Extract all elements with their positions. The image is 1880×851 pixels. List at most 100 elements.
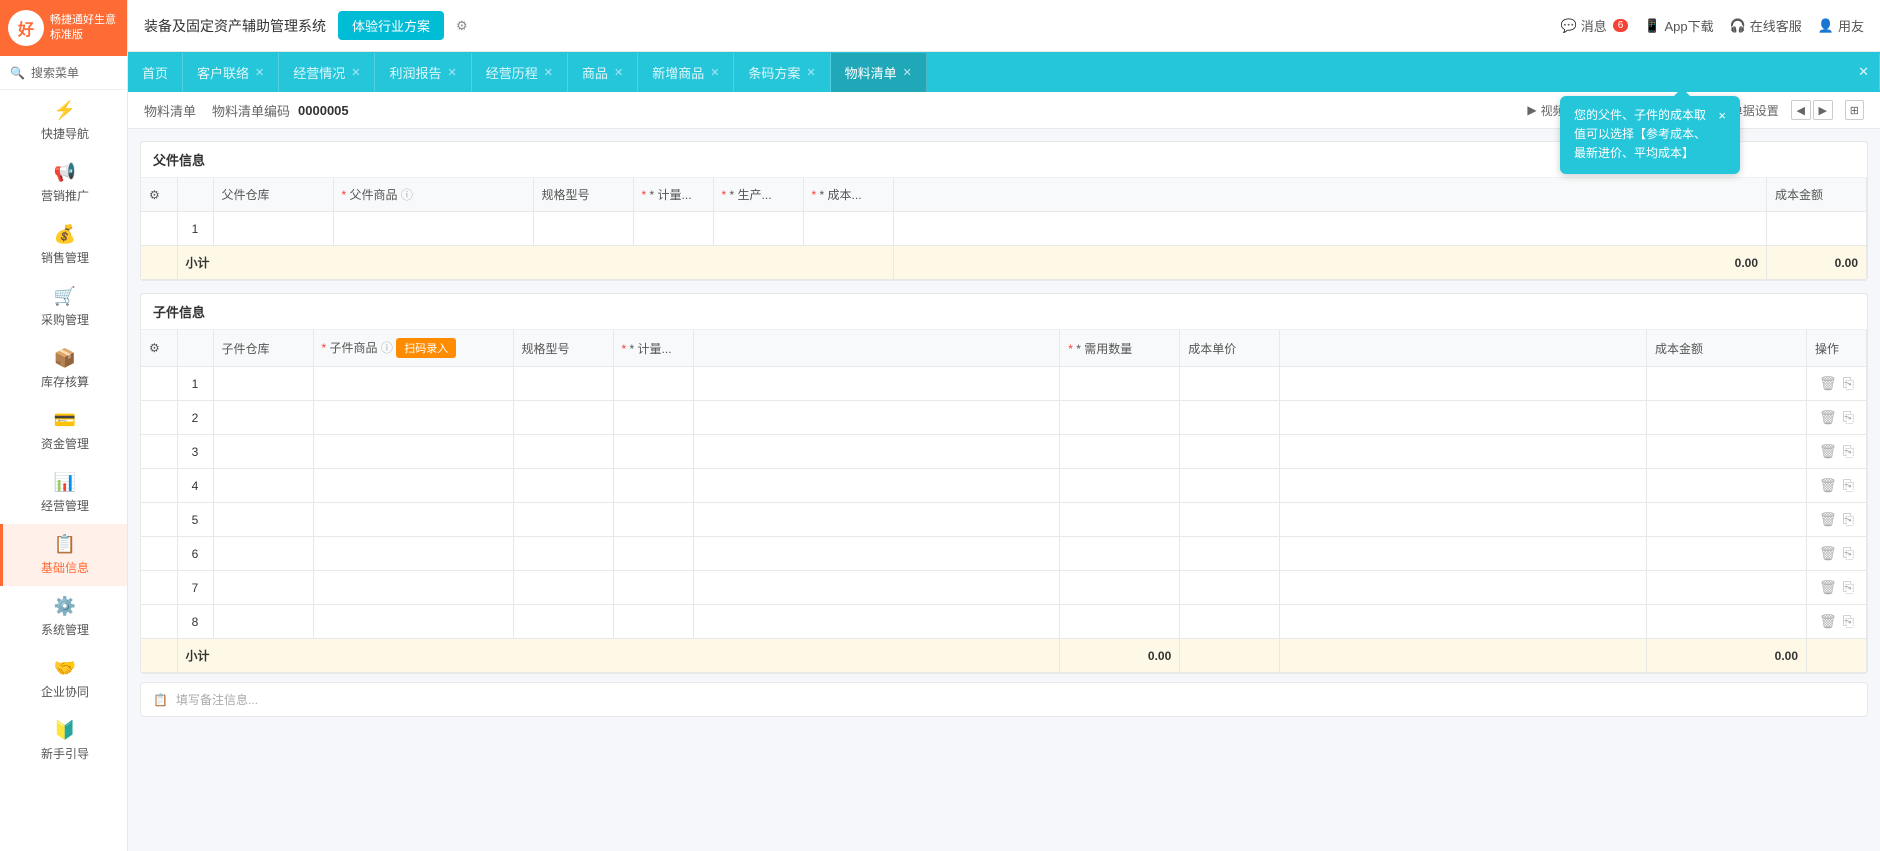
- child-warehouse-cell-7[interactable]: [213, 605, 313, 639]
- tab-ops-status-close[interactable]: ✕: [351, 66, 360, 79]
- tab-home[interactable]: 首页: [128, 53, 183, 92]
- child-need-qty-cell-1[interactable]: [1060, 401, 1180, 435]
- child-need-qty-cell-0[interactable]: [1060, 367, 1180, 401]
- delete-btn-3[interactable]: 🗑: [1819, 477, 1837, 494]
- messages-button[interactable]: 💬 消息 6: [1561, 16, 1629, 35]
- online-service-button[interactable]: 🎧 在线客服: [1730, 16, 1802, 35]
- child-need-qty-cell-7[interactable]: [1060, 605, 1180, 639]
- child-warehouse-cell-1[interactable]: [213, 401, 313, 435]
- settings-icon[interactable]: ⚙: [456, 18, 468, 34]
- sidebar-item-finance[interactable]: 💳 资金管理: [0, 400, 127, 462]
- tab-new-product-close[interactable]: ✕: [710, 66, 719, 79]
- delete-btn-5[interactable]: 🗑: [1819, 545, 1837, 562]
- sidebar-item-sales[interactable]: 💰 销售管理: [0, 214, 127, 276]
- tab-profit-close[interactable]: ✕: [448, 66, 457, 79]
- child-unit-cell-2[interactable]: [613, 435, 693, 469]
- sidebar-item-system[interactable]: ⚙️ 系统管理: [0, 586, 127, 648]
- tab-customer[interactable]: 客户联络 ✕: [183, 53, 279, 92]
- sidebar-item-guide[interactable]: 🔰 新手引导: [0, 710, 127, 772]
- child-spec-cell-4[interactable]: [513, 503, 613, 537]
- tooltip-close[interactable]: ×: [1718, 106, 1726, 127]
- child-unit-cell-7[interactable]: [613, 605, 693, 639]
- child-unit-cell-6[interactable]: [613, 571, 693, 605]
- copy-btn-5[interactable]: ⎘: [1843, 545, 1854, 562]
- copy-btn-6[interactable]: ⎘: [1843, 579, 1854, 596]
- child-spec-cell-6[interactable]: [513, 571, 613, 605]
- copy-btn-3[interactable]: ⎘: [1843, 477, 1854, 494]
- tab-customer-close[interactable]: ✕: [255, 66, 264, 79]
- child-product-cell-4[interactable]: [313, 503, 513, 537]
- sidebar-item-basic-info[interactable]: 📋 基础信息: [0, 524, 127, 586]
- parent-product-cell[interactable]: [333, 212, 533, 246]
- tab-products-close[interactable]: ✕: [614, 66, 623, 79]
- copy-btn-7[interactable]: ⎘: [1843, 613, 1854, 630]
- tab-bom-close[interactable]: ✕: [903, 66, 912, 79]
- child-warehouse-cell-3[interactable]: [213, 469, 313, 503]
- child-need-qty-cell-4[interactable]: [1060, 503, 1180, 537]
- child-need-qty-cell-3[interactable]: [1060, 469, 1180, 503]
- child-unit-cost-cell-3[interactable]: [1180, 469, 1280, 503]
- copy-btn-2[interactable]: ⎘: [1843, 443, 1854, 460]
- child-product-cell-0[interactable]: [313, 367, 513, 401]
- delete-btn-1[interactable]: 🗑: [1819, 409, 1837, 426]
- tab-ops-history-close[interactable]: ✕: [544, 66, 553, 79]
- delete-btn-0[interactable]: 🗑: [1819, 375, 1837, 392]
- child-need-qty-cell-2[interactable]: [1060, 435, 1180, 469]
- child-product-cell-6[interactable]: [313, 571, 513, 605]
- child-unit-cell-5[interactable]: [613, 537, 693, 571]
- sidebar-item-purchase[interactable]: 🛒 采购管理: [0, 276, 127, 338]
- tab-new-product[interactable]: 新增商品 ✕: [638, 53, 734, 92]
- tab-barcode[interactable]: 条码方案 ✕: [734, 53, 830, 92]
- prev-arrow[interactable]: ◀: [1791, 100, 1811, 120]
- delete-btn-2[interactable]: 🗑: [1819, 443, 1837, 460]
- copy-btn-0[interactable]: ⎘: [1843, 375, 1854, 392]
- app-download-button[interactable]: 📱 App下载: [1644, 16, 1713, 35]
- child-unit-cost-cell-1[interactable]: [1180, 401, 1280, 435]
- parent-cost-cell[interactable]: [803, 212, 893, 246]
- child-product-cell-5[interactable]: [313, 537, 513, 571]
- parent-unit-cell[interactable]: [633, 212, 713, 246]
- parent-prod-cell[interactable]: [713, 212, 803, 246]
- child-unit-cost-cell-4[interactable]: [1180, 503, 1280, 537]
- parent-spec-cell[interactable]: [533, 212, 633, 246]
- child-warehouse-cell-2[interactable]: [213, 435, 313, 469]
- tab-ops-history[interactable]: 经营历程 ✕: [472, 53, 568, 92]
- child-unit-cost-cell-6[interactable]: [1180, 571, 1280, 605]
- child-product-cell-2[interactable]: [313, 435, 513, 469]
- child-need-qty-cell-6[interactable]: [1060, 571, 1180, 605]
- child-need-qty-cell-5[interactable]: [1060, 537, 1180, 571]
- tab-close-all[interactable]: ✕: [1848, 54, 1880, 90]
- parent-warehouse-cell[interactable]: [213, 212, 333, 246]
- child-spec-cell-7[interactable]: [513, 605, 613, 639]
- child-spec-cell-0[interactable]: [513, 367, 613, 401]
- child-unit-cell-1[interactable]: [613, 401, 693, 435]
- child-unit-cell-4[interactable]: [613, 503, 693, 537]
- child-product-cell-1[interactable]: [313, 401, 513, 435]
- child-unit-cost-cell-7[interactable]: [1180, 605, 1280, 639]
- child-warehouse-cell-4[interactable]: [213, 503, 313, 537]
- child-unit-cost-cell-5[interactable]: [1180, 537, 1280, 571]
- tab-profit[interactable]: 利润报告 ✕: [375, 53, 471, 92]
- copy-btn-4[interactable]: ⎘: [1843, 511, 1854, 528]
- child-unit-cost-cell-2[interactable]: [1180, 435, 1280, 469]
- child-spec-cell-2[interactable]: [513, 435, 613, 469]
- delete-btn-4[interactable]: 🗑: [1819, 511, 1837, 528]
- child-spec-cell-3[interactable]: [513, 469, 613, 503]
- tab-ops-status[interactable]: 经营情况 ✕: [279, 53, 375, 92]
- grid-view[interactable]: ⊞: [1845, 100, 1864, 120]
- child-spec-cell-1[interactable]: [513, 401, 613, 435]
- user-menu[interactable]: 👤 用友: [1818, 16, 1864, 35]
- search-menu[interactable]: 🔍 搜索菜单: [0, 56, 127, 90]
- child-unit-cell-0[interactable]: [613, 367, 693, 401]
- scan-button[interactable]: 扫码录入: [396, 338, 456, 358]
- child-unit-cost-cell-0[interactable]: [1180, 367, 1280, 401]
- sidebar-item-marketing[interactable]: 📢 营销推广: [0, 152, 127, 214]
- trial-button[interactable]: 体验行业方案: [338, 11, 444, 40]
- sidebar-item-enterprise[interactable]: 🤝 企业协同: [0, 648, 127, 710]
- tab-barcode-close[interactable]: ✕: [806, 66, 815, 79]
- parent-col-settings[interactable]: ⚙: [141, 178, 177, 212]
- delete-btn-7[interactable]: 🗑: [1819, 613, 1837, 630]
- tab-products[interactable]: 商品 ✕: [568, 53, 638, 92]
- copy-btn-1[interactable]: ⎘: [1843, 409, 1854, 426]
- tab-bom[interactable]: 物料清单 ✕: [831, 53, 927, 92]
